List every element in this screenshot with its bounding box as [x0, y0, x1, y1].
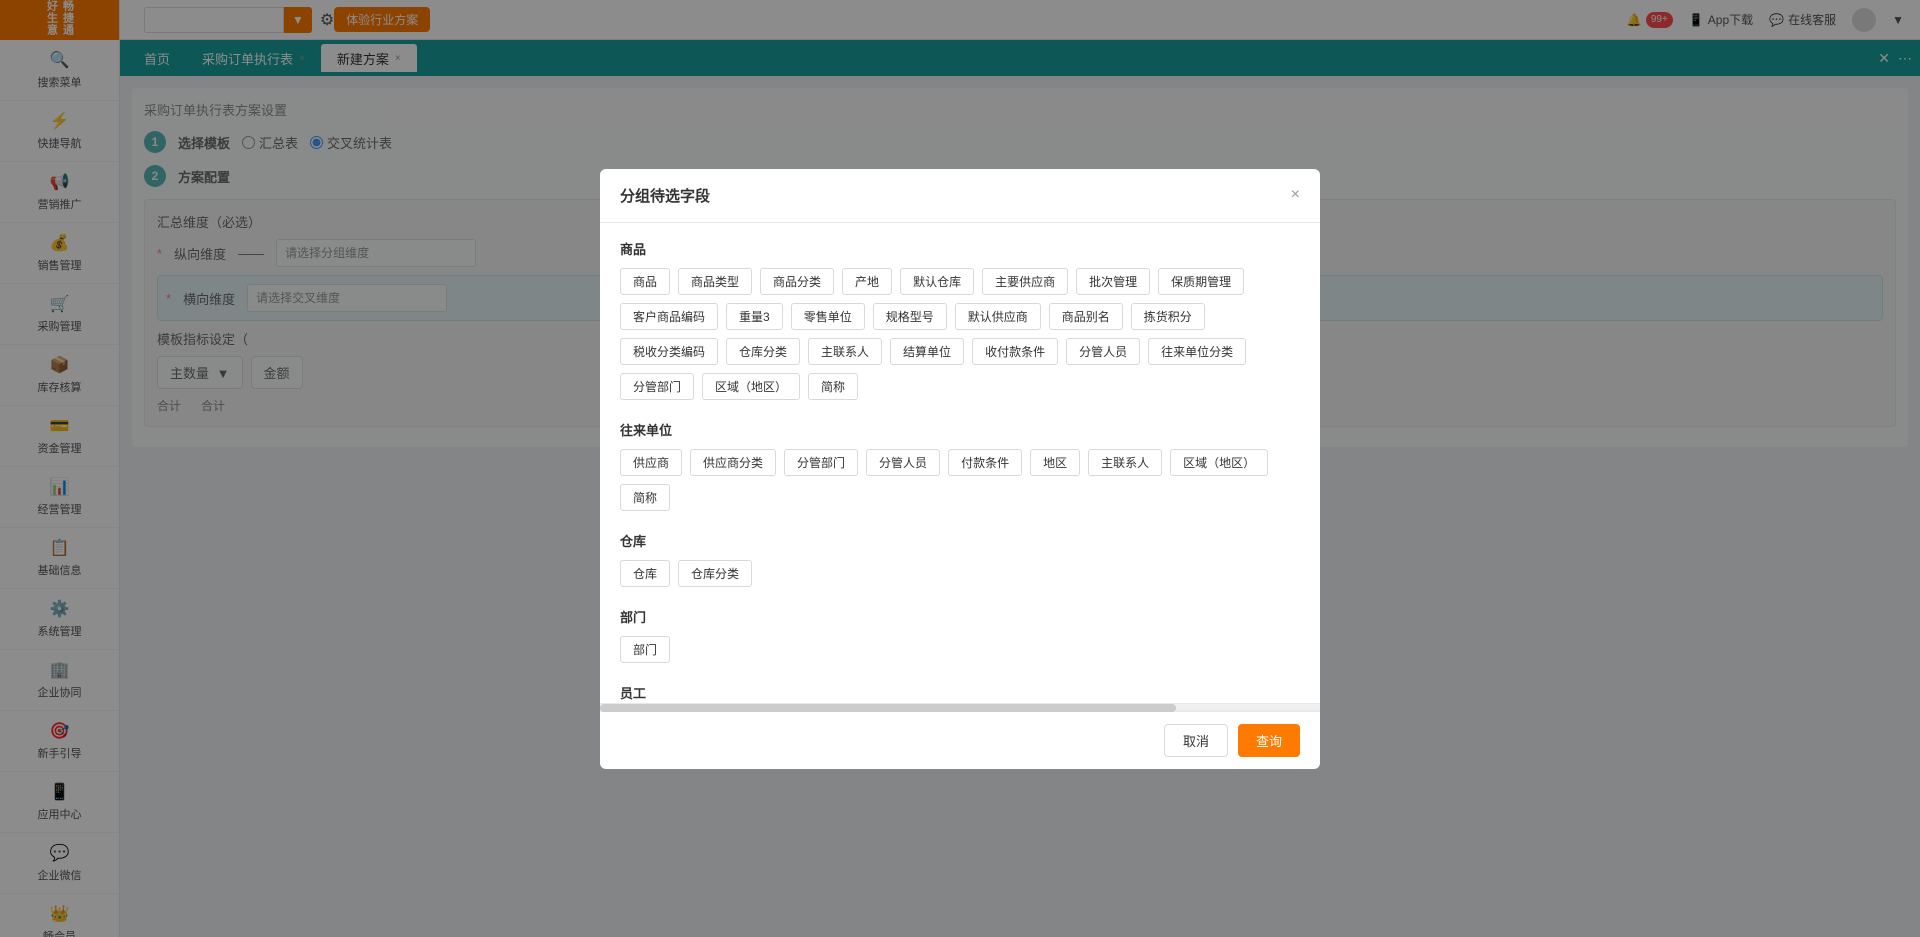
field-tag[interactable]: 拣货积分 [1131, 303, 1205, 330]
field-tag[interactable]: 规格型号 [873, 303, 947, 330]
field-tag[interactable]: 结算单位 [890, 338, 964, 365]
field-tag[interactable]: 供应商 [620, 449, 682, 476]
modal-footer: 取消 查询 [600, 711, 1320, 769]
section-goods: 商品商品商品类型商品分类产地默认仓库主要供应商批次管理保质期管理客户商品编码重量… [620, 239, 1300, 400]
field-tag[interactable]: 主要供应商 [982, 268, 1068, 295]
field-tags-warehouse: 仓库仓库分类 [620, 560, 1300, 587]
scrollbar-track [600, 704, 1176, 712]
field-tags-department: 部门 [620, 636, 1300, 663]
section-title-goods: 商品 [620, 239, 1300, 258]
field-tag[interactable]: 客户商品编码 [620, 303, 718, 330]
section-title-employee: 员工 [620, 683, 1300, 702]
cancel-button[interactable]: 取消 [1164, 724, 1228, 757]
field-tag[interactable]: 主联系人 [808, 338, 882, 365]
field-tag[interactable]: 分管部门 [784, 449, 858, 476]
modal-body: 商品商品商品类型商品分类产地默认仓库主要供应商批次管理保质期管理客户商品编码重量… [600, 223, 1320, 703]
section-warehouse: 仓库仓库仓库分类 [620, 531, 1300, 587]
field-tag[interactable]: 付款条件 [948, 449, 1022, 476]
field-tag[interactable]: 主联系人 [1088, 449, 1162, 476]
field-tag[interactable]: 供应商分类 [690, 449, 776, 476]
field-tag[interactable]: 保质期管理 [1158, 268, 1244, 295]
field-tag[interactable]: 分管部门 [620, 373, 694, 400]
section-department: 部门部门 [620, 607, 1300, 663]
field-tag[interactable]: 仓库分类 [678, 560, 752, 587]
field-tag[interactable]: 税收分类编码 [620, 338, 718, 365]
field-tag[interactable]: 简称 [620, 484, 670, 511]
section-counterpart: 往来单位供应商供应商分类分管部门分管人员付款条件地区主联系人区域（地区） 简称 [620, 420, 1300, 511]
modal-scrollbar[interactable] [600, 703, 1320, 711]
section-title-department: 部门 [620, 607, 1300, 626]
field-tag[interactable]: 商品 [620, 268, 670, 295]
field-tag[interactable]: 默认供应商 [955, 303, 1041, 330]
field-tag[interactable]: 批次管理 [1076, 268, 1150, 295]
section-title-counterpart: 往来单位 [620, 420, 1300, 439]
modal-close-button[interactable]: × [1291, 186, 1300, 204]
modal-title: 分组待选字段 [620, 185, 710, 206]
field-tag[interactable]: 默认仓库 [900, 268, 974, 295]
field-tag[interactable]: 仓库 [620, 560, 670, 587]
field-tag[interactable]: 收付款条件 [972, 338, 1058, 365]
field-tags-goods: 商品商品类型商品分类产地默认仓库主要供应商批次管理保质期管理客户商品编码重量3 零… [620, 268, 1300, 400]
modal-header: 分组待选字段 × [600, 169, 1320, 223]
section-employee: 员工业务员 [620, 683, 1300, 703]
field-tag[interactable]: 产地 [842, 268, 892, 295]
field-tag[interactable]: 区域（地区） [1170, 449, 1268, 476]
field-tag[interactable]: 零售单位 [791, 303, 865, 330]
field-tag[interactable]: 商品分类 [760, 268, 834, 295]
field-tag[interactable]: 简称 [808, 373, 858, 400]
field-tags-counterpart: 供应商供应商分类分管部门分管人员付款条件地区主联系人区域（地区） 简称 [620, 449, 1300, 511]
field-tag[interactable]: 地区 [1030, 449, 1080, 476]
field-tag[interactable]: 部门 [620, 636, 670, 663]
modal-overlay: 分组待选字段 × 商品商品商品类型商品分类产地默认仓库主要供应商批次管理保质期管… [0, 0, 1920, 937]
field-select-modal: 分组待选字段 × 商品商品商品类型商品分类产地默认仓库主要供应商批次管理保质期管… [600, 169, 1320, 769]
field-tag[interactable]: 商品别名 [1049, 303, 1123, 330]
section-title-warehouse: 仓库 [620, 531, 1300, 550]
field-tag[interactable]: 分管人员 [866, 449, 940, 476]
confirm-button[interactable]: 查询 [1238, 724, 1300, 757]
field-tag[interactable]: 仓库分类 [726, 338, 800, 365]
field-tag[interactable]: 商品类型 [678, 268, 752, 295]
field-tag[interactable]: 分管人员 [1066, 338, 1140, 365]
field-tag[interactable]: 重量3 [726, 303, 783, 330]
field-tag[interactable]: 区域（地区） [702, 373, 800, 400]
field-tag[interactable]: 往来单位分类 [1148, 338, 1246, 365]
